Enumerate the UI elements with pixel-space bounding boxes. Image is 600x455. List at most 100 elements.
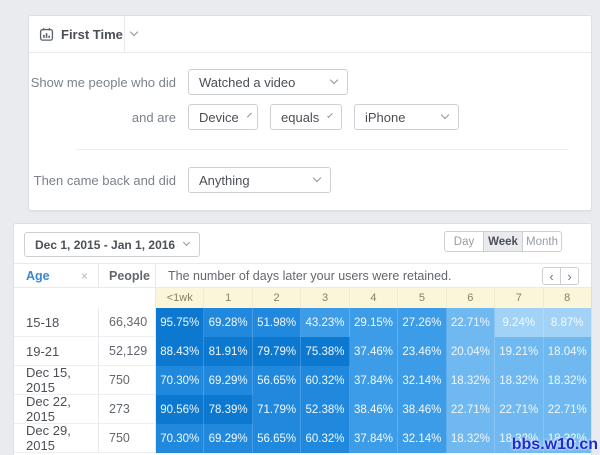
retention-cell[interactable]: 88.43% [156, 337, 205, 366]
retention-cell[interactable]: 56.65% [252, 424, 302, 453]
date-range-dropdown[interactable]: Dec 1, 2015 - Jan 1, 2016 [24, 232, 201, 257]
chevron-left-icon[interactable]: ‹ [542, 267, 561, 285]
return-action-dropdown[interactable]: Anything [188, 167, 331, 193]
day-column-label: <1wk [156, 288, 205, 308]
cohort-label: 19-21 [14, 337, 99, 366]
day-column-label: 6 [446, 288, 496, 308]
retention-cell[interactable]: 56.65% [252, 366, 302, 395]
retention-cell[interactable]: 18.32% [446, 366, 496, 395]
retention-cell[interactable]: 37.84% [349, 424, 399, 453]
retention-cell[interactable]: 23.46% [398, 337, 447, 366]
chevron-down-icon [183, 238, 191, 247]
age-column-header[interactable]: Age × [14, 264, 99, 287]
retention-cell[interactable]: 78.39% [204, 395, 253, 424]
retention-cell[interactable]: 69.28% [204, 308, 253, 337]
retention-cell[interactable]: 22.71% [543, 395, 591, 424]
retention-table: Age × People The number of days later yo… [14, 263, 591, 455]
retention-cell[interactable]: 18.32% [495, 366, 544, 395]
table-row: Dec 15, 2015 750 70.30% 69.29% 56.65% 60… [14, 365, 591, 395]
value-dropdown[interactable]: iPhone [354, 104, 459, 130]
retention-cell[interactable]: 32.14% [398, 424, 447, 453]
day-column-label: 4 [349, 288, 399, 308]
close-icon[interactable]: × [81, 269, 88, 283]
retention-cell[interactable]: 8.87% [543, 308, 591, 337]
action-dropdown-value: Watched a video [199, 74, 296, 90]
retention-cell[interactable]: 69.29% [204, 424, 253, 453]
age-header-label[interactable]: Age [26, 269, 50, 283]
granularity-week-button[interactable]: Week [483, 231, 523, 252]
retention-panel: Dec 1, 2015 - Jan 1, 2016 Day Week Month… [13, 223, 592, 455]
filter-row-action: Show me people who did Watched a video [29, 69, 348, 95]
day-column-label: 1 [204, 288, 253, 308]
filter-row-return: Then came back and did Anything [29, 167, 331, 193]
retention-cell[interactable]: 79.79% [252, 337, 302, 366]
granularity-month-button[interactable]: Month [522, 231, 562, 252]
chevron-right-icon[interactable]: › [560, 267, 579, 285]
retention-cell[interactable]: 27.26% [398, 308, 447, 337]
retention-cell[interactable]: 37.46% [349, 337, 399, 366]
filter-row-label: Then came back and did [33, 172, 176, 188]
retention-cell[interactable]: 18.32% [446, 424, 496, 453]
cohort-label: Dec 22, 2015 [14, 394, 99, 424]
retention-cell[interactable]: 69.29% [204, 366, 253, 395]
retention-cell[interactable]: 75.38% [301, 337, 350, 366]
retention-cell[interactable]: 52.38% [301, 395, 350, 424]
retention-cell[interactable]: 90.56% [156, 395, 205, 424]
day-column-label: 3 [301, 288, 350, 308]
retention-cell[interactable]: 22.71% [446, 308, 496, 337]
value-dropdown-value: iPhone [365, 109, 406, 125]
watermark: bbs.w10.cn [511, 436, 598, 453]
column-pager: ‹ › [542, 267, 579, 285]
retention-cell[interactable]: 70.30% [156, 366, 205, 395]
retention-cell[interactable]: 37.84% [349, 366, 399, 395]
retention-cell[interactable]: 51.98% [252, 308, 302, 337]
retention-cell[interactable]: 95.75% [156, 308, 205, 337]
action-dropdown[interactable]: Watched a video [188, 69, 348, 95]
retention-cell[interactable]: 20.04% [446, 337, 496, 366]
cohort-people: 750 [99, 366, 156, 395]
chevron-down-icon [329, 75, 339, 85]
cohort-label: Dec 15, 2015 [14, 365, 99, 395]
retention-cell[interactable]: 32.14% [398, 366, 447, 395]
retention-cell[interactable]: 70.30% [156, 424, 205, 453]
property-dropdown-value: Device [199, 109, 239, 125]
cohort-people: 273 [99, 395, 156, 424]
day-column-label: 5 [398, 288, 447, 308]
retention-cell[interactable]: 19.21% [495, 337, 544, 366]
retention-cell[interactable]: 9.24% [495, 308, 544, 337]
filter-row-label: and are [131, 109, 176, 125]
retention-cell[interactable]: 71.79% [252, 395, 302, 424]
retention-cell[interactable]: 22.71% [446, 395, 496, 424]
filter-row-condition: and are Device equals iPhone [29, 104, 459, 130]
day-column-label: 8 [543, 288, 591, 308]
retention-cell[interactable]: 60.32% [301, 366, 350, 395]
retention-cell[interactable]: 38.46% [398, 395, 447, 424]
granularity-day-button[interactable]: Day [444, 231, 484, 252]
retention-cell[interactable]: 81.91% [204, 337, 253, 366]
table-row: 15-18 66,340 95.75% 69.28% 51.98% 43.23%… [14, 308, 591, 337]
first-time-icon [39, 27, 54, 42]
filter-panel-header: First Time [29, 16, 591, 53]
day-column-label: 2 [252, 288, 302, 308]
operator-dropdown[interactable]: equals [270, 104, 342, 130]
retention-cell[interactable]: 29.15% [349, 308, 399, 337]
property-dropdown[interactable]: Device [188, 104, 258, 130]
retention-cell[interactable]: 43.23% [301, 308, 350, 337]
chevron-down-icon [327, 112, 333, 118]
retention-cell[interactable]: 38.46% [349, 395, 399, 424]
cohort-people: 66,340 [99, 308, 156, 337]
retention-cell[interactable]: 18.04% [543, 337, 591, 366]
day-columns-row: <1wk 1 2 3 4 5 6 7 8 [14, 288, 591, 308]
table-row: Dec 29, 2015 750 70.30% 69.29% 56.65% 60… [14, 423, 591, 453]
retention-cell[interactable]: 18.32% [543, 366, 591, 395]
cohort-people: 750 [99, 424, 156, 453]
date-range-value: Dec 1, 2015 - Jan 1, 2016 [35, 237, 176, 252]
first-time-button[interactable]: First Time [61, 27, 123, 42]
chevron-down-icon [312, 173, 322, 183]
people-column-header: People [99, 264, 156, 287]
retention-cell[interactable]: 22.71% [495, 395, 544, 424]
chevron-down-icon[interactable] [129, 27, 139, 37]
cohort-label: 15-18 [14, 308, 99, 337]
filter-row-label: Show me people who did [30, 74, 176, 90]
retention-cell[interactable]: 60.32% [301, 424, 350, 453]
